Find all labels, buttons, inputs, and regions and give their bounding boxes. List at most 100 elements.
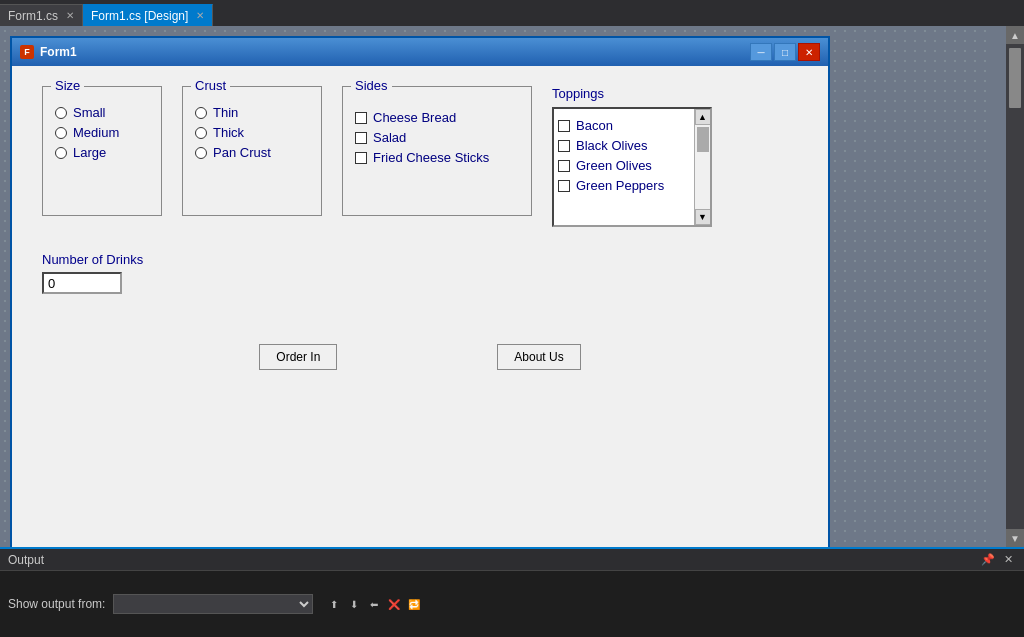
radio-thick-label: Thick [213,125,244,140]
radio-circle-small [55,107,67,119]
crust-group-label: Crust [191,78,230,93]
checkbox-salad[interactable] [355,132,367,144]
minimize-button[interactable]: ─ [750,43,772,61]
toppings-scroll-up[interactable]: ▲ [695,109,711,125]
checkbox-green-olives[interactable] [558,160,570,172]
check-black-olives-label: Black Olives [576,138,648,153]
win-titlebar: F Form1 ─ □ ✕ [12,38,828,66]
radio-pan-label: Pan Crust [213,145,271,160]
check-green-peppers-label: Green Peppers [576,178,664,193]
win-title-label: Form1 [40,45,750,59]
check-cheese-bread[interactable]: Cheese Bread [355,110,519,125]
output-row: Show output from: ⬆ ⬇ ⬅ ❌ 🔁 [8,575,1016,633]
sides-group: Sides Cheese Bread Salad [342,86,532,216]
drinks-label: Number of Drinks [42,252,798,267]
close-button[interactable]: ✕ [798,43,820,61]
tab-label-cs: Form1.cs [8,9,58,23]
radio-circle-thick [195,127,207,139]
toppings-scrollbar[interactable]: ▲ ▼ [694,109,710,225]
radio-pan-crust[interactable]: Pan Crust [195,145,309,160]
output-source-select[interactable] [113,594,313,614]
drinks-input[interactable] [42,272,122,294]
order-in-button[interactable]: Order In [259,344,337,370]
check-salad-label: Salad [373,130,406,145]
show-output-label: Show output from: [8,597,105,611]
radio-medium-label: Medium [73,125,119,140]
size-group-label: Size [51,78,84,93]
radio-large[interactable]: Large [55,145,149,160]
output-tool-5[interactable]: 🔁 [405,595,423,613]
output-body: Show output from: ⬆ ⬇ ⬅ ❌ 🔁 [0,571,1024,637]
form-icon-label: F [24,47,30,57]
check-cheese-bread-label: Cheese Bread [373,110,456,125]
radio-small-label: Small [73,105,106,120]
output-tool-4[interactable]: ❌ [385,595,403,613]
tab-form-cs[interactable]: Form1.cs ✕ [0,4,83,26]
maximize-button[interactable]: □ [774,43,796,61]
checkbox-cheese-bread[interactable] [355,112,367,124]
drinks-section: Number of Drinks [42,252,798,294]
toppings-items: Bacon Black Olives Green Olives [554,109,710,202]
scroll-thumb[interactable] [1009,48,1021,108]
toppings-scroll-thumb [697,127,709,152]
output-header-icons: 📌 ✕ [980,552,1016,568]
check-bacon[interactable]: Bacon [558,118,690,133]
groups-row: Size Small Medium [42,86,798,227]
form-icon: F [20,45,34,59]
toppings-section: Toppings Bacon Black Olives [552,86,712,227]
output-tool-1[interactable]: ⬆ [325,595,343,613]
toppings-scroll-down[interactable]: ▼ [695,209,711,225]
radio-large-label: Large [73,145,106,160]
check-green-peppers[interactable]: Green Peppers [558,178,690,193]
output-title: Output [8,553,44,567]
tab-close-cs[interactable]: ✕ [66,10,74,21]
scroll-down-arrow[interactable]: ▼ [1006,529,1024,547]
output-tool-2[interactable]: ⬇ [345,595,363,613]
designer-canvas: F Form1 ─ □ ✕ Size [0,26,1006,547]
sides-group-label: Sides [351,78,392,93]
check-salad[interactable]: Salad [355,130,519,145]
win-controls: ─ □ ✕ [750,43,820,61]
radio-thin[interactable]: Thin [195,105,309,120]
radio-medium[interactable]: Medium [55,125,149,140]
tab-bar: Form1.cs ✕ Form1.cs [Design] ✕ [0,0,1024,26]
output-close-icon[interactable]: ✕ [1000,552,1016,568]
output-pin-icon[interactable]: 📌 [980,552,996,568]
checkbox-black-olives[interactable] [558,140,570,152]
ide-window: Form1.cs ✕ Form1.cs [Design] ✕ F Form1 ─ [0,0,1024,637]
tab-label-design: Form1.cs [Design] [91,9,188,23]
sides-inner: Cheese Bread Salad Fried Cheese Sticks [355,97,519,165]
radio-circle-thin [195,107,207,119]
checkbox-green-peppers[interactable] [558,180,570,192]
check-bacon-label: Bacon [576,118,613,133]
radio-thin-label: Thin [213,105,238,120]
check-black-olives[interactable]: Black Olives [558,138,690,153]
checkbox-fried-cheese[interactable] [355,152,367,164]
check-green-olives-label: Green Olives [576,158,652,173]
check-green-olives[interactable]: Green Olives [558,158,690,173]
size-group: Size Small Medium [42,86,162,216]
right-scrollbar[interactable]: ▲ ▼ [1006,26,1024,547]
toppings-label: Toppings [552,86,712,101]
checkbox-bacon[interactable] [558,120,570,132]
radio-circle-medium [55,127,67,139]
output-panel: Output 📌 ✕ Show output from: ⬆ ⬇ ⬅ ❌ 🔁 [0,547,1024,637]
win-form-body: Size Small Medium [12,66,828,547]
toppings-checklist[interactable]: Bacon Black Olives Green Olives [552,107,712,227]
scroll-up-arrow[interactable]: ▲ [1006,26,1024,44]
tab-close-design[interactable]: ✕ [196,10,204,21]
output-toolbar: ⬆ ⬇ ⬅ ❌ 🔁 [325,595,423,613]
radio-small[interactable]: Small [55,105,149,120]
win-form: F Form1 ─ □ ✕ Size [10,36,830,547]
radio-thick[interactable]: Thick [195,125,309,140]
ide-main-area: F Form1 ─ □ ✕ Size [0,26,1024,547]
buttons-row: Order In About Us [42,344,798,370]
crust-group: Crust Thin Thick [182,86,322,216]
about-us-button[interactable]: About Us [497,344,580,370]
check-fried-cheese-label: Fried Cheese Sticks [373,150,489,165]
output-tool-3[interactable]: ⬅ [365,595,383,613]
radio-circle-pan [195,147,207,159]
check-fried-cheese[interactable]: Fried Cheese Sticks [355,150,519,165]
tab-form-design[interactable]: Form1.cs [Design] ✕ [83,4,213,26]
output-header: Output 📌 ✕ [0,549,1024,571]
